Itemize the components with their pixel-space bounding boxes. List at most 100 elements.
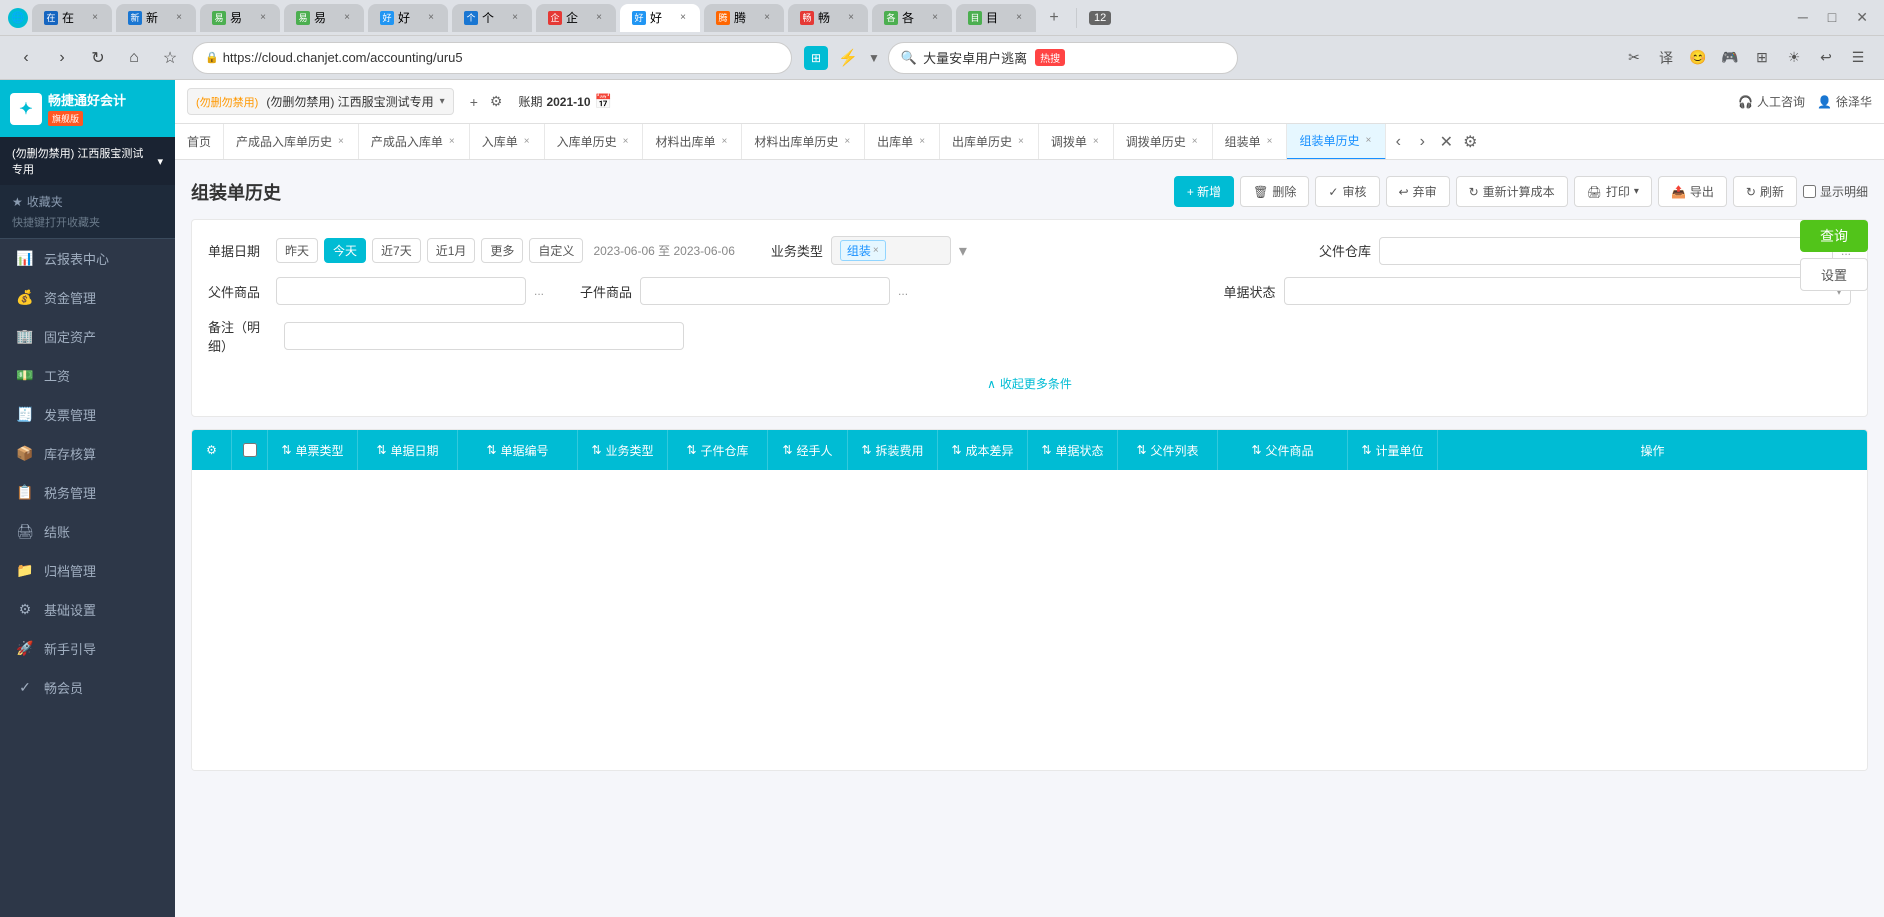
th-parent-goods[interactable]: ⇅ 父件商品 (1218, 430, 1348, 470)
page-tab-assemble-history[interactable]: 调拨单历史 × (1114, 124, 1213, 160)
page-tab-kit-history[interactable]: 组装单历史 × (1287, 124, 1386, 160)
sidebar-item-invoice[interactable]: 🧾 发票管理 (0, 395, 175, 434)
in-history-close[interactable]: × (621, 136, 631, 147)
browser-tab-1[interactable]: 在 在 × (32, 4, 112, 32)
th-biztype[interactable]: ⇅ 业务类型 (578, 430, 668, 470)
sidebar-item-member[interactable]: ✓ 畅会员 (0, 668, 175, 707)
history-tool[interactable]: ↩ (1812, 44, 1840, 72)
page-tab-out-order[interactable]: 出库单 × (865, 124, 940, 160)
tab-close-6[interactable]: × (510, 12, 520, 23)
th-checkbox[interactable] (232, 430, 268, 470)
parent-warehouse-input[interactable] (1379, 237, 1833, 265)
new-tab-button[interactable]: + (1040, 4, 1068, 32)
page-tab-kit-order[interactable]: 组装单 × (1213, 124, 1288, 160)
address-input[interactable]: 🔒 https://cloud.chanjet.com/accounting/u… (192, 42, 792, 74)
browser-tab-3[interactable]: 易 易 × (200, 4, 280, 32)
tab-settings[interactable]: ⚙ (1458, 124, 1482, 160)
sidebar-item-settings[interactable]: ⚙ 基础设置 (0, 590, 175, 629)
page-tab-prod-in-history[interactable]: 产成品入库单历史 × (224, 124, 359, 160)
in-order-close[interactable]: × (522, 136, 532, 147)
tab-close-1[interactable]: × (90, 12, 100, 23)
forward-button[interactable]: › (48, 44, 76, 72)
tab-close-9[interactable]: × (762, 12, 772, 23)
sidebar-item-tax[interactable]: 📋 税务管理 (0, 473, 175, 512)
prod-in-history-close[interactable]: × (336, 136, 346, 147)
tab-close-all[interactable]: ✕ (1434, 124, 1458, 160)
browser-tab-4[interactable]: 易 易 × (284, 4, 364, 32)
parent-goods-ellipsis[interactable]: ... (534, 284, 544, 298)
sidebar-item-cloud-report[interactable]: 📊 云报表中心 (0, 239, 175, 278)
th-date[interactable]: ⇅ 单据日期 (358, 430, 458, 470)
dropdown-button[interactable]: ▼ (868, 51, 880, 65)
minimize-button[interactable]: ─ (1790, 9, 1816, 26)
out-order-close[interactable]: × (917, 136, 927, 147)
menu-tool[interactable]: ☰ (1844, 44, 1872, 72)
add-company-button[interactable]: + (470, 94, 478, 110)
browser-tab-11[interactable]: 各 各 × (872, 4, 952, 32)
th-unit[interactable]: ⇅ 计量单位 (1348, 430, 1438, 470)
collapse-bar[interactable]: ∧ 收起更多条件 (208, 367, 1851, 400)
select-all-checkbox[interactable] (243, 443, 257, 457)
parent-goods-input[interactable] (276, 277, 526, 305)
tab-close-12[interactable]: × (1014, 12, 1024, 23)
assemble-history-close[interactable]: × (1190, 136, 1200, 147)
cut-tool[interactable]: ✂ (1620, 44, 1648, 72)
print-button[interactable]: 🖨 打印 ▾ (1574, 176, 1652, 207)
close-button[interactable]: ✕ (1848, 9, 1876, 26)
user-info[interactable]: 👤 徐泽华 (1817, 93, 1872, 110)
page-tab-out-history[interactable]: 出库单历史 × (940, 124, 1039, 160)
sidebar-item-payroll[interactable]: 💵 工资 (0, 356, 175, 395)
th-settings[interactable]: ⚙ (192, 430, 232, 470)
browser-tab-7[interactable]: 企 企 × (536, 4, 616, 32)
browser-tab-5[interactable]: 好 好 × (368, 4, 448, 32)
sidebar-item-checkout[interactable]: 🖨 结账 (0, 512, 175, 551)
tab-scroll-right[interactable]: › (1410, 124, 1434, 160)
th-type[interactable]: ⇅ 单票类型 (268, 430, 358, 470)
bookmark-button[interactable]: ☆ (156, 44, 184, 72)
tab-close-10[interactable]: × (846, 12, 856, 23)
new-button[interactable]: + 新增 (1174, 176, 1234, 207)
maximize-button[interactable]: □ (1820, 9, 1844, 26)
reload-button[interactable]: ↻ (84, 44, 112, 72)
th-handler[interactable]: ⇅ 经手人 (768, 430, 848, 470)
th-number[interactable]: ⇅ 单据编号 (458, 430, 578, 470)
settings-config-button[interactable]: 设置 (1800, 258, 1868, 291)
recalc-button[interactable]: ↻ 重新计算成本 (1456, 176, 1568, 207)
translate-tool[interactable]: 译 (1652, 44, 1680, 72)
sidebar-item-guide[interactable]: 🚀 新手引导 (0, 629, 175, 668)
browser-tab-8[interactable]: 好 好 × (620, 4, 700, 32)
page-tab-prod-in[interactable]: 产成品入库单 × (359, 124, 470, 160)
month-button[interactable]: 近1月 (427, 238, 476, 263)
kit-history-close[interactable]: × (1363, 135, 1373, 146)
th-warehouse[interactable]: ⇅ 子件仓库 (668, 430, 768, 470)
delete-button[interactable]: 🗑 删除 (1240, 176, 1309, 207)
tab-close-8[interactable]: × (678, 12, 688, 23)
review-button[interactable]: ✓ 审核 (1315, 176, 1379, 207)
mat-out-close[interactable]: × (719, 136, 729, 147)
grid-button[interactable]: ⊞ (804, 46, 828, 70)
mat-out-history-close[interactable]: × (842, 136, 852, 147)
browser-tab-2[interactable]: 新 新 × (116, 4, 196, 32)
today-button[interactable]: 今天 (324, 238, 366, 263)
game-tool[interactable]: 🎮 (1716, 44, 1744, 72)
kit-order-close[interactable]: × (1265, 136, 1275, 147)
sidebar-item-inventory[interactable]: 📦 库存核算 (0, 434, 175, 473)
tab-close-3[interactable]: × (258, 12, 268, 23)
out-history-close[interactable]: × (1016, 136, 1026, 147)
sidebar-item-fund[interactable]: 💰 资金管理 (0, 278, 175, 317)
biz-type-tag-close[interactable]: × (873, 245, 879, 256)
page-tab-in-history[interactable]: 入库单历史 × (545, 124, 644, 160)
sidebar-item-archive[interactable]: 📁 归档管理 (0, 551, 175, 590)
show-detail-checkbox[interactable]: 显示明细 (1803, 183, 1868, 200)
th-cost[interactable]: ⇅ 拆装费用 (848, 430, 938, 470)
prod-in-close[interactable]: × (447, 136, 457, 147)
page-tab-home[interactable]: 首页 (175, 124, 224, 160)
service-button[interactable]: 🎧 人工咨询 (1738, 93, 1805, 110)
tab-close-5[interactable]: × (426, 12, 436, 23)
child-goods-input[interactable] (640, 277, 890, 305)
tab-close-7[interactable]: × (594, 12, 604, 23)
emoji-tool[interactable]: 😊 (1684, 44, 1712, 72)
biz-type-input[interactable]: 组装 × (831, 236, 951, 265)
company-selector-top[interactable]: (勿删勿禁用) (勿删勿禁用) 江西服宝测试专用 ▾ (187, 88, 454, 115)
home-button[interactable]: ⌂ (120, 44, 148, 72)
